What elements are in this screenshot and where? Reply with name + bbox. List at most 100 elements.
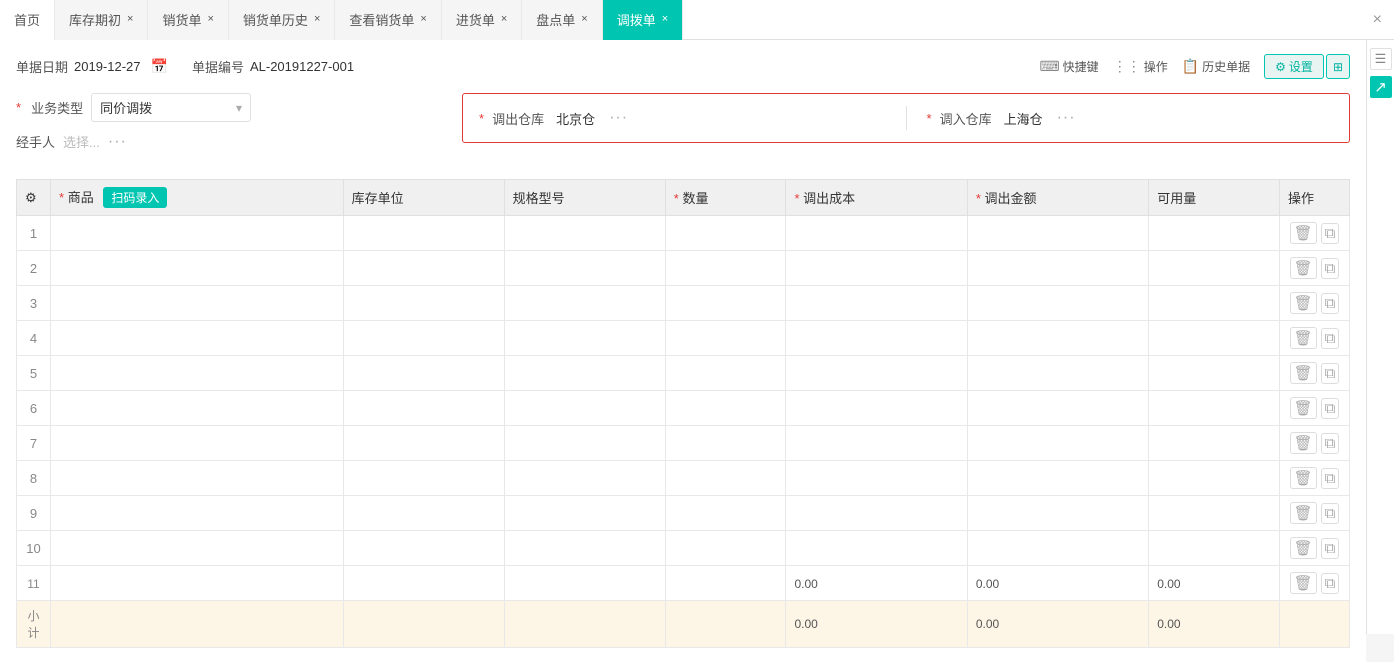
tab-inventory-init-close[interactable]: × — [127, 14, 133, 25]
row-cost-2[interactable] — [786, 251, 967, 286]
tab-inventory-init[interactable]: 库存期初 × — [55, 0, 148, 40]
copy-row-3[interactable]: ⧉ — [1321, 293, 1340, 314]
delete-row-2[interactable]: 🗑 — [1290, 257, 1317, 279]
row-amount-5[interactable] — [967, 356, 1148, 391]
row-cost-9[interactable] — [786, 496, 967, 531]
row-amount-10[interactable] — [967, 531, 1148, 566]
tab-purchase[interactable]: 进货单 × — [442, 0, 522, 40]
row-qty-4[interactable] — [665, 321, 786, 356]
row-qty-1[interactable] — [665, 216, 786, 251]
row-available-11[interactable]: 0.00 — [1149, 566, 1280, 601]
copy-row-1[interactable]: ⧉ — [1321, 223, 1340, 244]
row-available-4[interactable] — [1149, 321, 1280, 356]
tab-stock-take[interactable]: 盘点单 × — [522, 0, 602, 40]
row-qty-8[interactable] — [665, 461, 786, 496]
tab-view-sales[interactable]: 查看销货单 × — [335, 0, 441, 40]
copy-row-9[interactable]: ⧉ — [1321, 503, 1340, 524]
row-unit-9[interactable] — [343, 496, 504, 531]
row-unit-4[interactable] — [343, 321, 504, 356]
tab-stock-take-close[interactable]: × — [581, 14, 587, 25]
row-unit-5[interactable] — [343, 356, 504, 391]
grid-view-button[interactable]: ⊞ — [1326, 54, 1350, 79]
tab-sales-order[interactable]: 销货单 × — [148, 0, 228, 40]
row-amount-8[interactable] — [967, 461, 1148, 496]
row-product-9[interactable] — [51, 496, 344, 531]
row-spec-2[interactable] — [504, 251, 665, 286]
row-spec-9[interactable] — [504, 496, 665, 531]
row-available-6[interactable] — [1149, 391, 1280, 426]
in-warehouse-more[interactable]: ··· — [1057, 109, 1076, 127]
row-amount-7[interactable] — [967, 426, 1148, 461]
row-unit-1[interactable] — [343, 216, 504, 251]
row-cost-3[interactable] — [786, 286, 967, 321]
row-unit-2[interactable] — [343, 251, 504, 286]
row-cost-10[interactable] — [786, 531, 967, 566]
row-available-8[interactable] — [1149, 461, 1280, 496]
copy-row-4[interactable]: ⧉ — [1321, 328, 1340, 349]
row-product-2[interactable] — [51, 251, 344, 286]
row-available-2[interactable] — [1149, 251, 1280, 286]
delete-row-7[interactable]: 🗑 — [1290, 432, 1317, 454]
delete-row-6[interactable]: 🗑 — [1290, 397, 1317, 419]
row-spec-3[interactable] — [504, 286, 665, 321]
row-cost-7[interactable] — [786, 426, 967, 461]
settings-button[interactable]: ⚙ 设置 — [1264, 54, 1324, 79]
row-spec-7[interactable] — [504, 426, 665, 461]
row-amount-9[interactable] — [967, 496, 1148, 531]
row-product-1[interactable] — [51, 216, 344, 251]
row-unit-11[interactable] — [343, 566, 504, 601]
row-amount-3[interactable] — [967, 286, 1148, 321]
copy-row-7[interactable]: ⧉ — [1321, 433, 1340, 454]
calendar-icon[interactable]: 📅 — [151, 58, 168, 75]
row-amount-2[interactable] — [967, 251, 1148, 286]
row-qty-10[interactable] — [665, 531, 786, 566]
row-product-8[interactable] — [51, 461, 344, 496]
row-spec-6[interactable] — [504, 391, 665, 426]
row-qty-6[interactable] — [665, 391, 786, 426]
scan-button[interactable]: 扫码录入 — [103, 187, 167, 208]
sidebar-list-button[interactable]: ☰ — [1370, 48, 1392, 70]
gear-icon[interactable]: ⚙ — [25, 190, 37, 205]
delete-row-11[interactable]: 🗑 — [1290, 572, 1317, 594]
tab-view-sales-close[interactable]: × — [420, 14, 426, 25]
history-button[interactable]: 📋 历史单据 — [1182, 58, 1250, 75]
copy-row-11[interactable]: ⧉ — [1321, 573, 1340, 594]
sidebar-export-button[interactable]: ↗ — [1370, 76, 1392, 98]
copy-row-5[interactable]: ⧉ — [1321, 363, 1340, 384]
delete-row-8[interactable]: 🗑 — [1290, 467, 1317, 489]
row-cost-1[interactable] — [786, 216, 967, 251]
row-spec-5[interactable] — [504, 356, 665, 391]
tab-transfer[interactable]: 调拨单 × — [603, 0, 683, 40]
row-product-7[interactable] — [51, 426, 344, 461]
row-cost-8[interactable] — [786, 461, 967, 496]
row-qty-7[interactable] — [665, 426, 786, 461]
row-qty-11[interactable] — [665, 566, 786, 601]
tab-purchase-close[interactable]: × — [501, 14, 507, 25]
tab-sales-history-close[interactable]: × — [314, 14, 320, 25]
row-spec-8[interactable] — [504, 461, 665, 496]
row-product-10[interactable] — [51, 531, 344, 566]
row-product-11[interactable] — [51, 566, 344, 601]
row-product-5[interactable] — [51, 356, 344, 391]
tab-home[interactable]: 首页 — [0, 0, 55, 40]
row-amount-11[interactable]: 0.00 — [967, 566, 1148, 601]
row-unit-7[interactable] — [343, 426, 504, 461]
biz-type-select[interactable]: 同价调拨 ▾ — [91, 93, 251, 122]
th-settings[interactable]: ⚙ — [17, 180, 51, 216]
operations-button[interactable]: ⋮⋮ 操作 — [1113, 58, 1168, 75]
row-qty-5[interactable] — [665, 356, 786, 391]
row-available-7[interactable] — [1149, 426, 1280, 461]
copy-row-10[interactable]: ⧉ — [1321, 538, 1340, 559]
row-amount-6[interactable] — [967, 391, 1148, 426]
row-available-3[interactable] — [1149, 286, 1280, 321]
handler-select[interactable]: 选择... — [63, 132, 100, 151]
row-qty-9[interactable] — [665, 496, 786, 531]
row-amount-4[interactable] — [967, 321, 1148, 356]
delete-row-10[interactable]: 🗑 — [1290, 537, 1317, 559]
tab-sales-history[interactable]: 销货单历史 × — [229, 0, 335, 40]
row-qty-3[interactable] — [665, 286, 786, 321]
row-unit-10[interactable] — [343, 531, 504, 566]
row-available-9[interactable] — [1149, 496, 1280, 531]
row-product-3[interactable] — [51, 286, 344, 321]
row-unit-6[interactable] — [343, 391, 504, 426]
